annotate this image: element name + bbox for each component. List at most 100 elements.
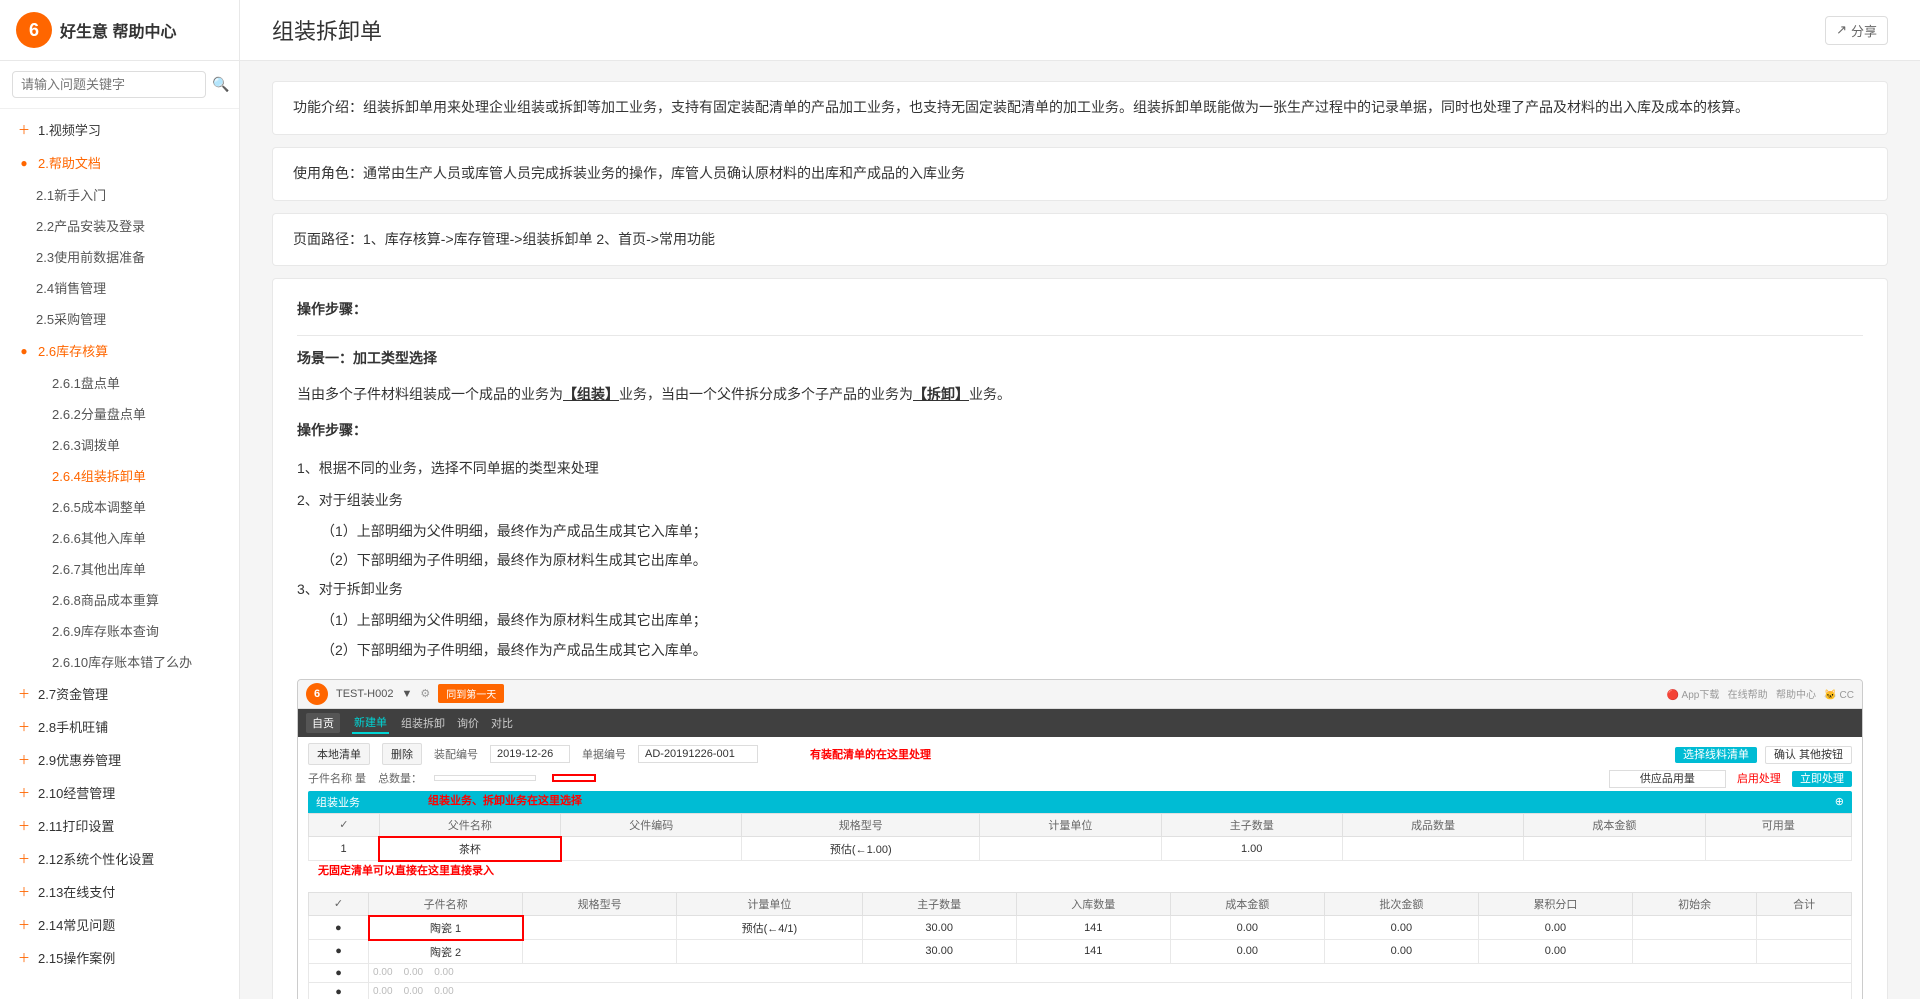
sidebar-item-docs-label: 2.帮助文档: [38, 153, 101, 172]
sidebar-sub-assemble-label: 2.6.4组装拆卸单: [52, 466, 146, 485]
sidebar-sub-install[interactable]: 2.2产品安装及登录: [0, 210, 239, 241]
ss-cell2-in1: 141: [1016, 916, 1170, 940]
sidebar-sub-count-label: 2.6.1盘点单: [52, 373, 120, 392]
sidebar-sub-sales-label: 2.4销售管理: [36, 278, 106, 297]
sidebar-item-print-label: 2.11打印设置: [38, 816, 114, 835]
ss-tab-local: 本地清单: [308, 743, 370, 765]
ss-col-parent-name: 父件名称: [379, 813, 560, 837]
ss-qty-input: [434, 775, 536, 781]
sidebar-sub-stock-err[interactable]: 2.6.10库存账本错了么办: [0, 646, 239, 677]
divider1: [297, 335, 1863, 336]
plus-icon: ＋: [16, 122, 32, 138]
sidebar-sub-count[interactable]: 2.6.1盘点单: [0, 367, 239, 398]
scene1-heading-block: 场景一：加工类型选择: [297, 348, 1863, 368]
plus-icon-faq: ＋: [16, 917, 32, 933]
ss-right-area: 供应品用量 启用处理 立即处理: [1609, 770, 1852, 786]
sidebar-sub-sales[interactable]: 2.4销售管理: [0, 272, 239, 303]
sidebar-sub-new[interactable]: 2.1新手入门: [0, 179, 239, 210]
search-icon[interactable]: 🔍: [212, 76, 229, 93]
ss-cell-spec: 预估(←1.00): [742, 837, 980, 861]
screenshot-container: 6 TEST-H002 ▼ ⚙ 同到第一天 🔴 App下载 在线帮助 帮助中心 …: [297, 679, 1863, 999]
ss-cell2-check: ●: [309, 916, 369, 940]
ss-cell2-total2: [1757, 940, 1852, 964]
sidebar-sub-in-other[interactable]: 2.6.6其他入库单: [0, 522, 239, 553]
sidebar-sub-assemble[interactable]: 2.6.4组装拆卸单: [0, 460, 239, 491]
sidebar-item-ops[interactable]: ＋ 2.10经营管理: [0, 776, 239, 809]
table-row: ●0.00 0.00 0.00: [309, 982, 1852, 999]
sidebar-item-payment-label: 2.13在线支付: [38, 882, 115, 901]
app-logo: 6: [16, 12, 52, 48]
sidebar-sub-in-other-label: 2.6.6其他入库单: [52, 528, 146, 547]
ss-table1-title: 组装业务: [316, 794, 360, 810]
sidebar-item-coupon[interactable]: ＋ 2.9优惠券管理: [0, 743, 239, 776]
ss-btn-more: 确认 其他按钮: [1765, 746, 1852, 764]
search-input[interactable]: [12, 71, 206, 98]
ss-col2-total: 合计: [1757, 892, 1852, 916]
ss-logo: 6: [306, 683, 328, 705]
ss-type-row: 子件名称 量 总数量： 组装业务、拆卸业务在这里选择 供应品用量 启用处理 立即…: [308, 770, 1852, 786]
sidebar-item-finance[interactable]: ＋ 2.7资金管理: [0, 677, 239, 710]
nav-section: ＋ 1.视频学习 ● 2.帮助文档 2.1新手入门 2.2产品安装及登录 2.3…: [0, 109, 239, 978]
scene1-desc: 当由多个子件材料组装成一个成品的业务为【组装】业务，当由一个父件拆分成多个子产品…: [297, 384, 1863, 404]
plus-icon-ops: ＋: [16, 785, 32, 801]
ss-col-qty-product: 成品数量: [1342, 813, 1523, 837]
sidebar-sub-out-other[interactable]: 2.6.7其他出库单: [0, 553, 239, 584]
ss-form-area: 本地清单 删除 装配编号 2019-12-26 单据编号 AD-20191226…: [298, 737, 1862, 999]
sidebar-item-cases[interactable]: ＋ 2.15操作案例: [0, 941, 239, 974]
sidebar-sub-cost-adj[interactable]: 2.6.5成本调整单: [0, 491, 239, 522]
sidebar-item-custom[interactable]: ＋ 2.12系统个性化设置: [0, 842, 239, 875]
plus-icon-payment: ＋: [16, 884, 32, 900]
ss-cell2-qty2: 30.00: [862, 940, 1016, 964]
search-box[interactable]: 🔍: [0, 61, 239, 109]
sidebar-sub-stock-query[interactable]: 2.6.9库存账本查询: [0, 615, 239, 646]
ss-annotation2: 组装业务、拆卸业务在这里选择: [428, 792, 582, 808]
step3: 3、对于拆卸业务: [297, 577, 1863, 602]
role-text: 使用角色：通常由生产人员或库管人员完成拆装业务的操作，库管人员确认原材料的出库和…: [293, 165, 965, 181]
ss-annotation3: 启用处理: [1737, 773, 1781, 785]
main-header: 组装拆卸单 ↗ 分享: [240, 0, 1920, 61]
ss-cell2-name2: 陶瓷 2: [369, 940, 523, 964]
intro-text: 功能介绍：组装拆卸单用来处理企业组装或拆卸等加工业务，支持有固定装配清单的产品加…: [293, 99, 1749, 115]
sidebar-item-payment[interactable]: ＋ 2.13在线支付: [0, 875, 239, 908]
ss-navbar: 自贡 新建单 组装拆卸 询价 对比: [298, 709, 1862, 737]
sidebar-item-print[interactable]: ＋ 2.11打印设置: [0, 809, 239, 842]
ss-dropdown-icon: ▼: [401, 688, 412, 700]
ss-cell2-spec1: [523, 916, 677, 940]
sidebar-sub-out-other-label: 2.6.7其他出库单: [52, 559, 146, 578]
table-row: ● 陶瓷 1 预估(←4/1) 30.00 141 0.00 0.00 0.00: [309, 916, 1852, 940]
sidebar-item-cases-label: 2.15操作案例: [38, 948, 115, 967]
sidebar-sub-prepare[interactable]: 2.3使用前数据准备: [0, 241, 239, 272]
ss-cell-cost: [1524, 837, 1705, 861]
ss-cell2-init1: [1632, 916, 1756, 940]
ss-field-order: AD-20191226-001: [638, 745, 758, 763]
sidebar-item-docs[interactable]: ● 2.帮助文档: [0, 146, 239, 179]
sidebar-sub-purchase[interactable]: 2.5采购管理: [0, 303, 239, 334]
minus-icon: ●: [16, 155, 32, 171]
sidebar-sub-split[interactable]: 2.6.2分量盘点单: [0, 398, 239, 429]
ss-cell-e1: ●: [309, 963, 369, 982]
sidebar-item-mobile[interactable]: ＋ 2.8手机旺铺: [0, 710, 239, 743]
ss-table1-icon: ⊕: [1835, 795, 1844, 808]
ss-cell2-unit1: 预估(←4/1): [677, 916, 862, 940]
ss-col2-code: 规格型号: [523, 892, 677, 916]
ss-cell2-cost1: 0.00: [1170, 916, 1324, 940]
sidebar-item-video[interactable]: ＋ 1.视频学习: [0, 113, 239, 146]
ss-cell2-batch1: 0.00: [1324, 916, 1478, 940]
sidebar-sub-install-label: 2.2产品安装及登录: [36, 216, 145, 235]
sidebar-item-inventory[interactable]: ● 2.6库存核算: [0, 334, 239, 367]
ss-cell2-acc1: 0.00: [1478, 916, 1632, 940]
sidebar-sub-adjust[interactable]: 2.6.3调拨单: [0, 429, 239, 460]
sidebar-sub-cost-adj-label: 2.6.5成本调整单: [52, 497, 146, 516]
ss-col-spec: 规格型号: [742, 813, 980, 837]
path-text: 页面路径：1、库存核算->库存管理->组装拆卸单 2、首页->常用功能: [293, 231, 715, 247]
sidebar-item-faq[interactable]: ＋ 2.14常见问题: [0, 908, 239, 941]
plus-icon-custom: ＋: [16, 851, 32, 867]
intro-block: 功能介绍：组装拆卸单用来处理企业组装或拆卸等加工业务，支持有固定装配清单的产品加…: [272, 81, 1888, 135]
ss-col-check: ✓: [309, 813, 380, 837]
sidebar-item-inventory-label: 2.6库存核算: [38, 341, 108, 360]
page-title: 组装拆卸单: [272, 14, 382, 46]
share-button[interactable]: ↗ 分享: [1825, 16, 1888, 45]
sidebar-sub-cost-calc[interactable]: 2.6.8商品成本重算: [0, 584, 239, 615]
steps-sub-heading: 操作步骤：: [297, 420, 1863, 440]
steps-content: 操作步骤： 场景一：加工类型选择 当由多个子件材料组装成一个成品的业务为【组装】…: [272, 278, 1888, 999]
